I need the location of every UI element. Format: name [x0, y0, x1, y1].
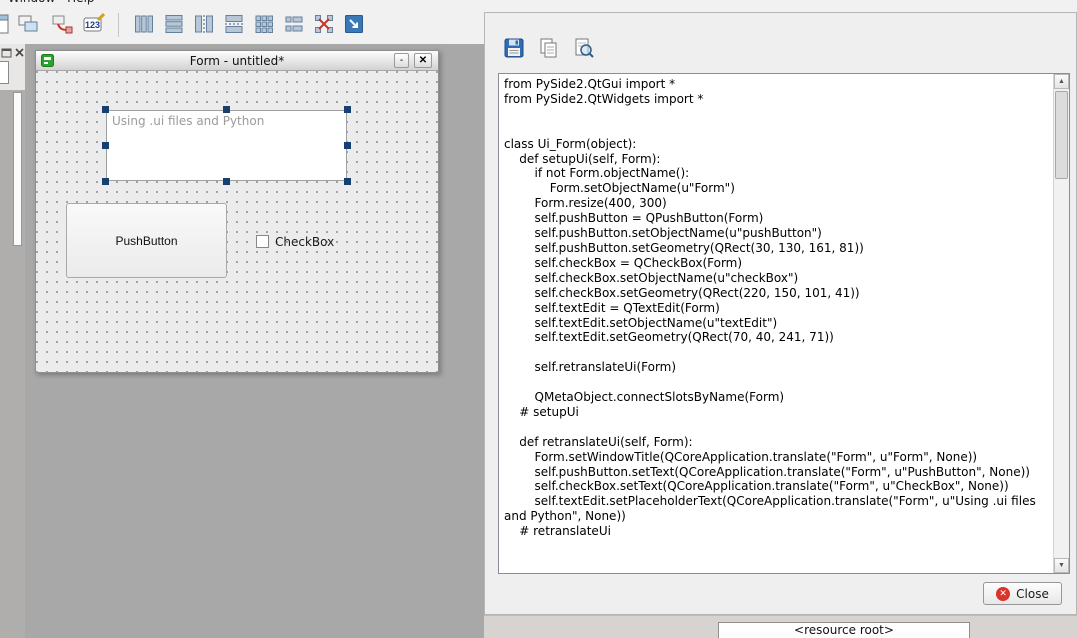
widget-filter-input[interactable] — [0, 61, 9, 84]
widget-box-scrollbar[interactable] — [13, 92, 22, 246]
close-button-icon: ✕ — [996, 587, 1010, 601]
dock-close-icon — [14, 47, 25, 58]
qt-designer-window: Window Help 123 — [0, 0, 1077, 638]
checkbox-label: CheckBox — [275, 235, 334, 249]
generated-python-code[interactable]: from PySide2.QtGui import * from PySide2… — [499, 74, 1069, 542]
copy-icon — [538, 37, 560, 59]
scrollbar-thumb[interactable] — [1055, 91, 1068, 179]
layout-horizontal-splitter-button[interactable] — [190, 11, 217, 38]
scroll-down-button[interactable]: ▼ — [1054, 558, 1069, 573]
adjust-size-button[interactable] — [340, 11, 367, 38]
code-scrollbar[interactable]: ▲ ▼ — [1053, 74, 1069, 573]
form-window-title: Form - untitled* — [36, 54, 438, 68]
menu-item-help[interactable]: Help — [67, 0, 94, 5]
edit-tab-order-icon: 123 — [83, 13, 105, 35]
form-window[interactable]: Form - untitled* - ✕ Using .ui files and… — [35, 50, 439, 373]
form-titlebar[interactable]: Form - untitled* - ✕ — [36, 51, 438, 71]
layout-vertical-button[interactable] — [160, 11, 187, 38]
view-code-dialog: from PySide2.QtGui import * from PySide2… — [484, 12, 1077, 615]
dock-float-button[interactable] — [0, 46, 12, 58]
layout-grid-button[interactable] — [250, 11, 277, 38]
edit-signals-slots-button[interactable] — [48, 11, 75, 38]
form-minimize-button[interactable]: - — [394, 53, 409, 68]
resource-browser-fragment: <resource root> — [484, 615, 1077, 638]
svg-text:123: 123 — [84, 20, 99, 30]
layout-horizontal-splitter-icon — [193, 13, 215, 35]
save-code-button[interactable] — [501, 35, 527, 61]
new-form-icon — [0, 13, 11, 35]
textedit-widget[interactable]: Using .ui files and Python — [106, 110, 347, 181]
textedit-placeholder: Using .ui files and Python — [112, 114, 264, 128]
layout-form-icon — [283, 13, 305, 35]
dock-float-icon — [1, 47, 12, 58]
checkbox-indicator[interactable] — [256, 235, 269, 248]
menubar: Window Help — [0, 0, 480, 7]
resource-root-item[interactable]: <resource root> — [718, 622, 970, 638]
mdi-area: Form - untitled* - ✕ Using .ui files and… — [25, 44, 484, 638]
adjust-size-icon — [343, 13, 365, 35]
layout-vertical-icon — [163, 13, 185, 35]
break-layout-button[interactable] — [310, 11, 337, 38]
scroll-up-button[interactable]: ▲ — [1054, 74, 1069, 89]
copy-code-button[interactable] — [536, 35, 562, 61]
pushbutton-widget[interactable]: PushButton — [66, 203, 227, 278]
break-layout-icon — [313, 13, 335, 35]
form-close-button[interactable]: ✕ — [414, 53, 432, 68]
menu-item-window[interactable]: Window — [8, 0, 55, 5]
form-canvas[interactable]: Using .ui files and Python PushButton — [36, 71, 438, 372]
checkbox-widget[interactable]: CheckBox — [256, 221, 357, 262]
find-in-code-button[interactable] — [571, 35, 597, 61]
layout-vertical-splitter-button[interactable] — [220, 11, 247, 38]
widget-box-dock-fragment — [0, 44, 25, 638]
toolbar-separator — [118, 13, 119, 37]
code-dialog-toolbar — [501, 35, 597, 61]
new-form-button[interactable] — [0, 11, 13, 38]
layout-horizontal-icon — [133, 13, 155, 35]
main-toolbar: 123 — [0, 10, 480, 42]
layout-grid-icon — [253, 13, 275, 35]
edit-tab-order-button[interactable]: 123 — [80, 11, 107, 38]
close-button-label: Close — [1016, 587, 1049, 601]
dock-titlebar-fragment — [0, 44, 25, 90]
layout-form-button[interactable] — [280, 11, 307, 38]
dock-close-button[interactable] — [13, 46, 25, 58]
layout-vertical-splitter-icon — [223, 13, 245, 35]
edit-widgets-icon — [17, 13, 39, 35]
layout-horizontal-button[interactable] — [130, 11, 157, 38]
close-dialog-button[interactable]: ✕ Close — [983, 582, 1062, 605]
code-view[interactable]: from PySide2.QtGui import * from PySide2… — [498, 73, 1070, 574]
edit-signals-slots-icon — [51, 13, 73, 35]
save-icon — [503, 37, 525, 59]
find-icon — [573, 37, 595, 59]
edit-widgets-button[interactable] — [14, 11, 41, 38]
